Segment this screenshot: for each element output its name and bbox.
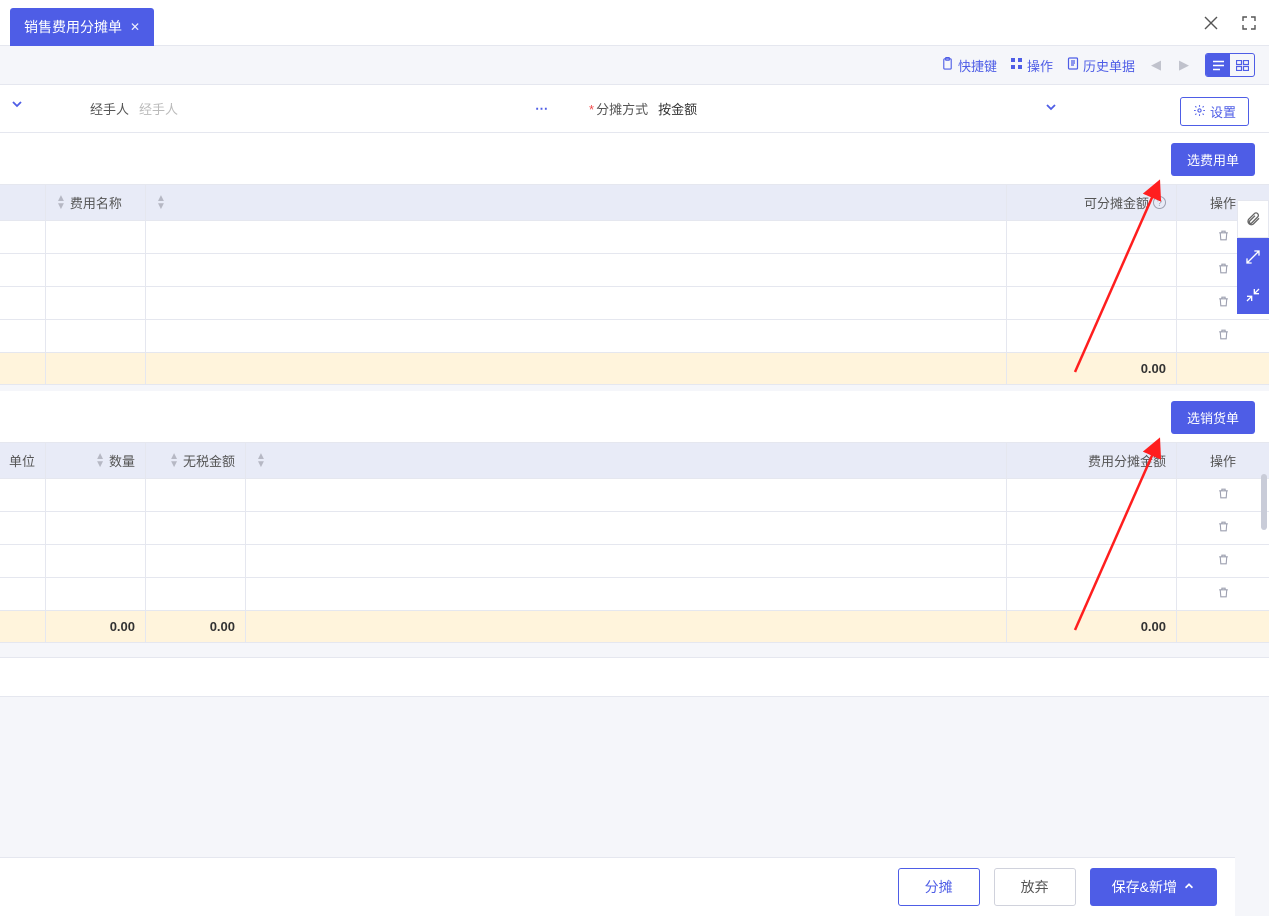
view-mode-card[interactable] <box>1230 54 1254 76</box>
grid-icon <box>1011 58 1023 73</box>
trash-icon[interactable] <box>1217 229 1230 245</box>
trash-icon[interactable] <box>1217 553 1230 569</box>
handler-placeholder: 经手人 <box>139 99 178 118</box>
expand-in-icon[interactable] <box>1237 276 1269 314</box>
trash-icon[interactable] <box>1217 262 1230 278</box>
expense-section: 选费用单 ▲▼ 费用名称 ▲▼ 可分摊金额 ? 操作 <box>0 133 1269 385</box>
sort-icon: ▲▼ <box>56 195 66 211</box>
handler-input[interactable]: 经手人 ⋯ <box>139 99 549 118</box>
footer-bar: 分摊 放弃 保存&新增 <box>0 857 1235 916</box>
notes-section[interactable] <box>0 657 1269 697</box>
expense-col-partial <box>0 185 46 220</box>
trash-icon[interactable] <box>1217 586 1230 602</box>
table-row[interactable] <box>0 319 1269 352</box>
fullscreen-icon[interactable] <box>1237 11 1261 35</box>
method-value: 按金额 <box>658 99 697 118</box>
collapse-chevron-icon[interactable] <box>10 97 24 114</box>
sales-col-qty[interactable]: ▲▼ 数量 <box>46 443 146 478</box>
settings-label: 设置 <box>1210 102 1236 121</box>
expense-totals-row: 0.00 <box>0 352 1269 384</box>
sales-totals-row: 0.00 0.00 0.00 <box>0 610 1269 642</box>
operate-link[interactable]: 操作 <box>1011 56 1053 75</box>
trash-icon[interactable] <box>1217 328 1230 344</box>
info-icon[interactable]: ? <box>1153 196 1166 209</box>
tab-bar: 销售费用分摊单 ✕ <box>0 0 1269 46</box>
active-tab[interactable]: 销售费用分摊单 ✕ <box>10 8 154 46</box>
sort-icon: ▲▼ <box>95 453 105 469</box>
sales-total-qty: 0.00 <box>46 611 146 642</box>
expense-total-amount: 0.00 <box>1007 353 1177 384</box>
settings-button[interactable]: 设置 <box>1180 97 1249 126</box>
sales-total-alloc: 0.00 <box>1007 611 1177 642</box>
allocate-button[interactable]: 分摊 <box>898 868 980 906</box>
scrollbar-thumb[interactable] <box>1261 474 1267 530</box>
sales-section: 选销货单 单位 ▲▼ 数量 ▲▼ 无税金额 ▲▼ 费用分摊金额 操作 <box>0 391 1269 643</box>
sales-col-alloc[interactable]: 费用分摊金额 <box>1007 443 1177 478</box>
sales-col-blank[interactable]: ▲▼ <box>246 443 1007 478</box>
operate-label: 操作 <box>1027 56 1053 75</box>
sales-col-op: 操作 <box>1177 443 1269 478</box>
table-row[interactable] <box>0 286 1269 319</box>
form-header: 经手人 经手人 ⋯ *分摊方式 按金额 设置 <box>0 84 1269 133</box>
save-new-label: 保存&新增 <box>1112 877 1177 897</box>
chevron-up-icon <box>1183 879 1195 895</box>
discard-button[interactable]: 放弃 <box>994 868 1076 906</box>
clipboard-icon <box>941 57 954 73</box>
expense-col-name[interactable]: ▲▼ 费用名称 <box>46 185 146 220</box>
doc-icon <box>1067 57 1079 73</box>
prev-doc-icon[interactable]: ◀ <box>1149 57 1163 73</box>
history-label: 历史单据 <box>1083 56 1135 75</box>
shortcut-link[interactable]: 快捷键 <box>941 56 997 75</box>
expense-col-blank[interactable]: ▲▼ <box>146 185 1007 220</box>
expand-out-icon[interactable] <box>1237 238 1269 276</box>
gear-icon <box>1193 104 1206 120</box>
method-select[interactable]: 按金额 <box>658 99 1058 118</box>
table-row[interactable] <box>0 577 1269 610</box>
tab-title: 销售费用分摊单 <box>24 17 122 37</box>
close-tab-icon[interactable]: ✕ <box>130 20 140 34</box>
chevron-down-icon <box>1044 100 1058 117</box>
sort-icon: ▲▼ <box>169 453 179 469</box>
select-sales-button[interactable]: 选销货单 <box>1171 401 1255 434</box>
select-expense-button[interactable]: 选费用单 <box>1171 143 1255 176</box>
expense-table: ▲▼ 费用名称 ▲▼ 可分摊金额 ? 操作 0.00 <box>0 184 1269 384</box>
handler-label: 经手人 <box>90 99 129 118</box>
expense-col-amount[interactable]: 可分摊金额 ? <box>1007 185 1177 220</box>
shortcut-label: 快捷键 <box>958 56 997 75</box>
table-row[interactable] <box>0 544 1269 577</box>
method-label: *分摊方式 <box>589 99 648 118</box>
table-row[interactable] <box>0 478 1269 511</box>
sort-icon: ▲▼ <box>156 195 166 211</box>
attachment-icon[interactable] <box>1237 200 1269 238</box>
sales-col-notax[interactable]: ▲▼ 无税金额 <box>146 443 246 478</box>
history-link[interactable]: 历史单据 <box>1067 56 1135 75</box>
close-panel-icon[interactable] <box>1199 11 1223 35</box>
next-doc-icon[interactable]: ▶ <box>1177 57 1191 73</box>
trash-icon[interactable] <box>1217 487 1230 503</box>
side-rail <box>1237 200 1269 314</box>
more-icon[interactable]: ⋯ <box>535 101 549 117</box>
save-and-new-button[interactable]: 保存&新增 <box>1090 868 1217 906</box>
sales-total-notax: 0.00 <box>146 611 246 642</box>
trash-icon[interactable] <box>1217 520 1230 536</box>
view-mode-list[interactable] <box>1206 54 1230 76</box>
trash-icon[interactable] <box>1217 295 1230 311</box>
sort-icon: ▲▼ <box>256 453 266 469</box>
sales-table: 单位 ▲▼ 数量 ▲▼ 无税金额 ▲▼ 费用分摊金额 操作 <box>0 442 1269 642</box>
sales-col-unit: 单位 <box>0 443 46 478</box>
table-row[interactable] <box>0 511 1269 544</box>
table-row[interactable] <box>0 253 1269 286</box>
page-toolbar: 快捷键 操作 历史单据 ◀ ▶ <box>0 46 1269 84</box>
required-star-icon: * <box>589 102 594 117</box>
table-row[interactable] <box>0 220 1269 253</box>
view-mode-toggle <box>1205 53 1255 77</box>
